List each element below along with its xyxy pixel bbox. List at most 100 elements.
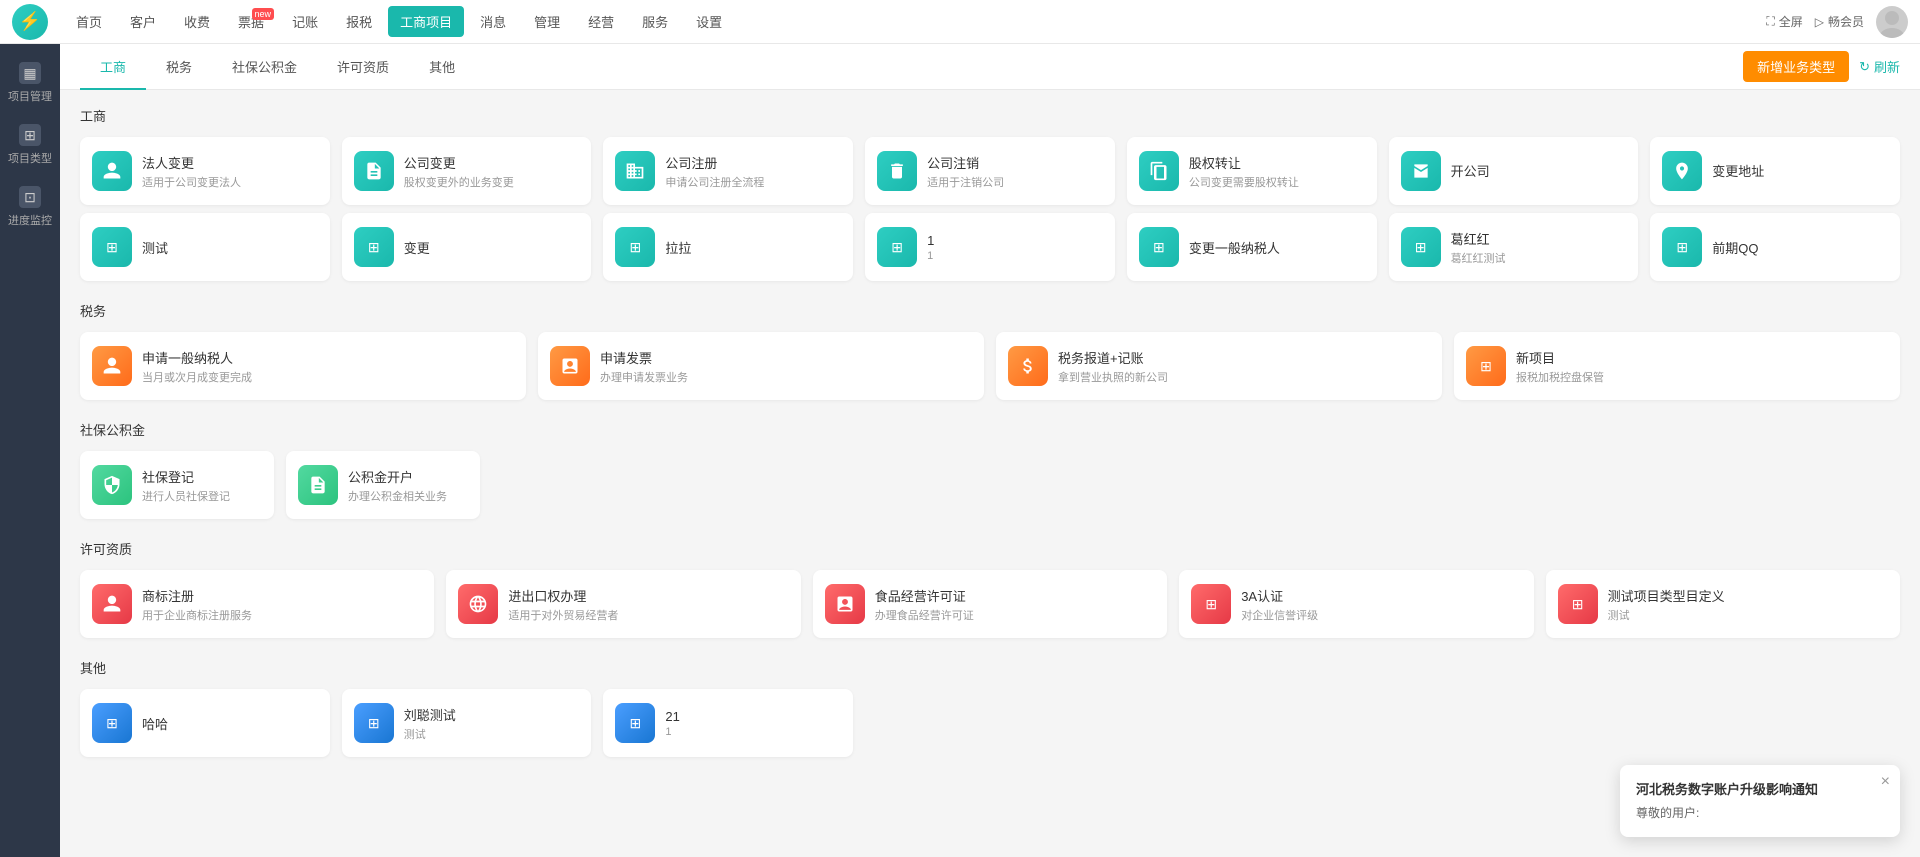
card-ceshi-xuke[interactable]: ⊞ 测试项目类型目定义 测试 bbox=[1546, 570, 1900, 638]
nav-ticket[interactable]: 票据 new bbox=[226, 6, 276, 37]
progress-icon: ⊡ bbox=[19, 186, 41, 208]
card-icon-3a: ⊞ bbox=[1191, 584, 1231, 624]
gongshang-card-grid-1: 法人变更 适用于公司变更法人 公司变更 股权变更外的业务变更 公司注册 bbox=[80, 137, 1900, 205]
card-desc-shebao-dengji: 进行人员社保登记 bbox=[142, 488, 262, 504]
card-info-gsbiangeng: 公司变更 股权变更外的业务变更 bbox=[404, 153, 580, 190]
card-gehonghong[interactable]: ⊞ 葛红红 葛红红测试 bbox=[1389, 213, 1639, 281]
card-info-shangbiao: 商标注册 用于企业商标注册服务 bbox=[142, 586, 422, 623]
card-info-lala: 拉拉 bbox=[665, 238, 841, 257]
refresh-button[interactable]: ↻ 刷新 bbox=[1859, 57, 1900, 76]
nav-message[interactable]: 消息 bbox=[468, 6, 518, 37]
card-name-qianqiqq: 前期QQ bbox=[1712, 238, 1888, 257]
card-desc-shangbiao: 用于企业商标注册服务 bbox=[142, 607, 422, 623]
nav-manage[interactable]: 管理 bbox=[522, 6, 572, 37]
card-jcq[interactable]: 进出口权办理 适用于对外贸易经营者 bbox=[446, 570, 800, 638]
card-icon-kaigs bbox=[1401, 151, 1441, 191]
card-name-shebao-dengji: 社保登记 bbox=[142, 467, 262, 486]
section-title-shuiwu: 税务 bbox=[80, 301, 1900, 320]
play-icon: ▷ bbox=[1815, 15, 1824, 29]
card-21[interactable]: ⊞ 21 1 bbox=[603, 689, 853, 757]
nav-settings[interactable]: 设置 bbox=[684, 6, 734, 37]
card-info-liucong: 刘聪测试 测试 bbox=[404, 705, 580, 742]
nav-charge[interactable]: 收费 bbox=[172, 6, 222, 37]
card-biangeng[interactable]: ⊞ 变更 bbox=[342, 213, 592, 281]
card-gszhu[interactable]: 公司注册 申请公司注册全流程 bbox=[603, 137, 853, 205]
user-avatar[interactable] bbox=[1876, 6, 1908, 38]
card-gszhu2[interactable]: 公司注销 适用于注销公司 bbox=[865, 137, 1115, 205]
card-lala[interactable]: ⊞ 拉拉 bbox=[603, 213, 853, 281]
card-bgdizhi[interactable]: 变更地址 bbox=[1650, 137, 1900, 205]
card-info-shipinjy: 食品经营许可证 办理食品经营许可证 bbox=[875, 586, 1155, 623]
add-type-button[interactable]: 新增业务类型 bbox=[1743, 51, 1849, 82]
card-info-biangeng2: 变更一般纳税人 bbox=[1189, 238, 1365, 257]
section-title-xuke: 许可资质 bbox=[80, 539, 1900, 558]
card-icon-shebao-dengji bbox=[92, 465, 132, 505]
card-faziren[interactable]: 法人变更 适用于公司变更法人 bbox=[80, 137, 330, 205]
card-icon-gjj-kaihu bbox=[298, 465, 338, 505]
card-kaigs[interactable]: 开公司 bbox=[1389, 137, 1639, 205]
top-nav: ⚡ 首页 客户 收费 票据 new 记账 报税 工商项目 消息 管理 经营 服务… bbox=[0, 0, 1920, 44]
card-info-jcq: 进出口权办理 适用于对外贸易经营者 bbox=[508, 586, 788, 623]
card-desc-ceshi-xuke: 测试 bbox=[1608, 607, 1888, 623]
card-gjj-kaihu[interactable]: 公积金开户 办理公积金相关业务 bbox=[286, 451, 480, 519]
tab-qita[interactable]: 其他 bbox=[409, 45, 475, 90]
card-icon-lala: ⊞ bbox=[615, 227, 655, 267]
card-name-one: 1 bbox=[927, 233, 1103, 248]
card-name-shangbiao: 商标注册 bbox=[142, 586, 422, 605]
sidebar-label-project-type: 项目类型 bbox=[8, 150, 52, 166]
card-name-gqzr: 股权转让 bbox=[1189, 153, 1365, 172]
card-haha[interactable]: ⊞ 哈哈 bbox=[80, 689, 330, 757]
sidebar-item-project-manage[interactable]: ▦ 项目管理 bbox=[0, 52, 60, 114]
card-name-shenqing-yibannsr: 申请一般纳税人 bbox=[142, 348, 514, 367]
card-one[interactable]: ⊞ 1 1 bbox=[865, 213, 1115, 281]
card-shipinjy[interactable]: 食品经营许可证 办理食品经营许可证 bbox=[813, 570, 1167, 638]
card-icon-liucong: ⊞ bbox=[354, 703, 394, 743]
tab-shebao[interactable]: 社保公积金 bbox=[212, 45, 317, 90]
card-info-shenqing-yibannsr: 申请一般纳税人 当月或次月成变更完成 bbox=[142, 348, 514, 385]
card-icon-shangbiao bbox=[92, 584, 132, 624]
card-qianqiqq[interactable]: ⊞ 前期QQ bbox=[1650, 213, 1900, 281]
play-button[interactable]: ▷ 畅会员 bbox=[1815, 13, 1864, 30]
sidebar-item-project-type[interactable]: ⊞ 项目类型 bbox=[0, 114, 60, 176]
card-ceshi[interactable]: ⊞ 测试 bbox=[80, 213, 330, 281]
card-info-faziren: 法人变更 适用于公司变更法人 bbox=[142, 153, 318, 190]
card-info-kaigs: 开公司 bbox=[1451, 161, 1627, 182]
card-gqzr[interactable]: 股权转让 公司变更需要股权转让 bbox=[1127, 137, 1377, 205]
card-liucong[interactable]: ⊞ 刘聪测试 测试 bbox=[342, 689, 592, 757]
nav-operation[interactable]: 经营 bbox=[576, 6, 626, 37]
card-shuiwu-baodao[interactable]: 税务报道+记账 拿到营业执照的新公司 bbox=[996, 332, 1442, 400]
card-shangbiao[interactable]: 商标注册 用于企业商标注册服务 bbox=[80, 570, 434, 638]
notification-body: 尊敬的用户: bbox=[1636, 804, 1884, 823]
nav-home[interactable]: 首页 bbox=[64, 6, 114, 37]
nav-bizproject[interactable]: 工商项目 bbox=[388, 6, 464, 37]
tab-gongshang[interactable]: 工商 bbox=[80, 45, 146, 90]
sidebar-item-progress[interactable]: ⊡ 进度监控 bbox=[0, 176, 60, 238]
nav-service[interactable]: 服务 bbox=[630, 6, 680, 37]
nav-bookkeep[interactable]: 记账 bbox=[280, 6, 330, 37]
card-shenqing-fapiao[interactable]: 申请发票 办理申请发票业务 bbox=[538, 332, 984, 400]
card-biangeng2[interactable]: ⊞ 变更一般纳税人 bbox=[1127, 213, 1377, 281]
tab-shuiwu[interactable]: 税务 bbox=[146, 45, 212, 90]
card-info-gszhu2: 公司注销 适用于注销公司 bbox=[927, 153, 1103, 190]
card-info-3a: 3A认证 对企业信誉评级 bbox=[1241, 586, 1521, 623]
card-icon-biangeng: ⊞ bbox=[354, 227, 394, 267]
fullscreen-button[interactable]: ⛶ 全屏 bbox=[1766, 13, 1802, 30]
card-desc-shenqing-fapiao: 办理申请发票业务 bbox=[600, 369, 972, 385]
tab-xuke[interactable]: 许可资质 bbox=[317, 45, 409, 90]
card-xin-xiangmu[interactable]: ⊞ 新项目 报税加税控盘保管 bbox=[1454, 332, 1900, 400]
logo[interactable]: ⚡ bbox=[12, 4, 48, 40]
card-gsbiangeng[interactable]: 公司变更 股权变更外的业务变更 bbox=[342, 137, 592, 205]
card-name-gsbiangeng: 公司变更 bbox=[404, 153, 580, 172]
nav-customer[interactable]: 客户 bbox=[118, 6, 168, 37]
card-desc-xin-xiangmu: 报税加税控盘保管 bbox=[1516, 369, 1888, 385]
notification-close[interactable]: × bbox=[1881, 773, 1890, 791]
notification-popup: × 河北税务数字账户升级影响通知 尊敬的用户: bbox=[1620, 765, 1900, 837]
card-icon-qianqiqq: ⊞ bbox=[1662, 227, 1702, 267]
card-3a[interactable]: ⊞ 3A认证 对企业信誉评级 bbox=[1179, 570, 1533, 638]
card-shenqing-yibannshr[interactable]: 申请一般纳税人 当月或次月成变更完成 bbox=[80, 332, 526, 400]
card-shebao-dengji[interactable]: 社保登记 进行人员社保登记 bbox=[80, 451, 274, 519]
card-desc-faziren: 适用于公司变更法人 bbox=[142, 174, 318, 190]
nav-tax[interactable]: 报税 bbox=[334, 6, 384, 37]
nav-right: ⛶ 全屏 ▷ 畅会员 bbox=[1766, 6, 1908, 38]
sidebar-label-project-manage: 项目管理 bbox=[8, 88, 52, 104]
